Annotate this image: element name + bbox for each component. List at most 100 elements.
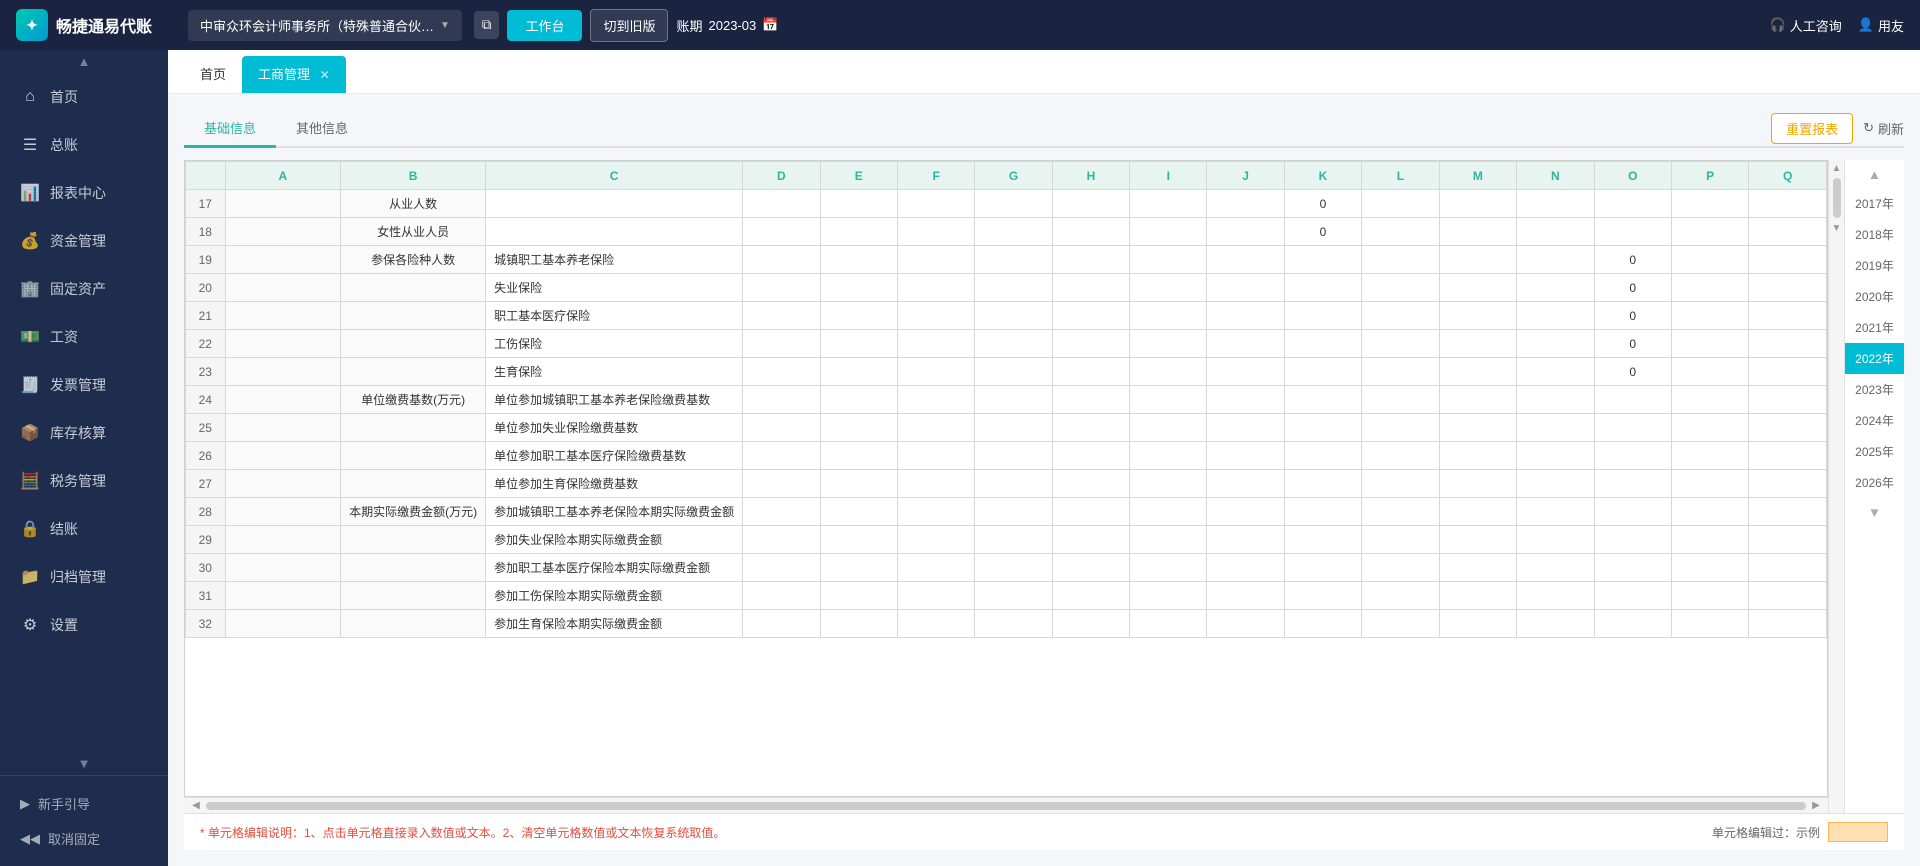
row-22-f[interactable] [897,330,974,358]
row-30-m[interactable] [1439,554,1517,582]
calendar-icon[interactable]: 📅 [762,17,778,33]
row-18-d[interactable] [743,218,820,246]
row-27-f[interactable] [897,470,974,498]
row-22-e[interactable] [820,330,897,358]
row-24-j[interactable] [1207,386,1284,414]
scroll-left-arrow[interactable]: ◀ [188,798,204,814]
row-25-m[interactable] [1439,414,1517,442]
row-30-b[interactable] [341,554,486,582]
row-18-j[interactable] [1207,218,1284,246]
row-22-q[interactable] [1749,330,1827,358]
row-19-q[interactable] [1749,246,1827,274]
scroll-down-arrow[interactable]: ▼ [1829,220,1845,236]
row-17-g[interactable] [975,190,1052,218]
row-20-e[interactable] [820,274,897,302]
row-19-i[interactable] [1130,246,1207,274]
row-22-n[interactable] [1517,330,1594,358]
row-20-m[interactable] [1439,274,1517,302]
sidebar-item-ledger[interactable]: ☰ 总账 [0,121,168,169]
row-19-m[interactable] [1439,246,1517,274]
row-17-p[interactable] [1671,190,1748,218]
row-32-i[interactable] [1130,610,1207,638]
year-item-2026[interactable]: 2026年 [1845,467,1904,498]
row-18-l[interactable] [1362,218,1439,246]
row-18-c[interactable] [486,218,743,246]
row-17-c[interactable] [486,190,743,218]
scroll-up-arrow[interactable]: ▲ [1829,160,1845,176]
year-item-2020[interactable]: 2020年 [1845,281,1904,312]
year-item-2024[interactable]: 2024年 [1845,405,1904,436]
row-29-i[interactable] [1130,526,1207,554]
row-22-p[interactable] [1671,330,1748,358]
year-item-2025[interactable]: 2025年 [1845,436,1904,467]
row-31-q[interactable] [1749,582,1827,610]
row-29-n[interactable] [1517,526,1594,554]
row-30-q[interactable] [1749,554,1827,582]
row-20-d[interactable] [743,274,820,302]
row-28-i[interactable] [1130,498,1207,526]
row-24-o[interactable] [1594,386,1671,414]
sub-tab-basic[interactable]: 基础信息 [184,110,276,148]
workbench-button[interactable]: 工作台 [507,10,582,41]
user-menu[interactable]: 👤 用友 [1858,16,1904,35]
row-22-j[interactable] [1207,330,1284,358]
row-31-a[interactable] [225,582,341,610]
row-25-o[interactable] [1594,414,1671,442]
row-23-j[interactable] [1207,358,1284,386]
year-item-2021[interactable]: 2021年 [1845,312,1904,343]
sidebar-item-invoice[interactable]: 🧾 发票管理 [0,361,168,409]
row-28-e[interactable] [820,498,897,526]
row-20-i[interactable] [1130,274,1207,302]
row-18-g[interactable] [975,218,1052,246]
row-19-e[interactable] [820,246,897,274]
row-28-g[interactable] [975,498,1052,526]
row-24-h[interactable] [1052,386,1129,414]
row-30-n[interactable] [1517,554,1594,582]
row-21-l[interactable] [1362,302,1439,330]
row-27-m[interactable] [1439,470,1517,498]
scroll-thumb-horizontal[interactable] [206,802,1806,810]
row-31-g[interactable] [975,582,1052,610]
row-27-k[interactable] [1284,470,1361,498]
row-25-l[interactable] [1362,414,1439,442]
row-20-l[interactable] [1362,274,1439,302]
row-22-b[interactable] [341,330,486,358]
row-27-p[interactable] [1671,470,1748,498]
sidebar-item-unfix[interactable]: ◀◀ 取消固定 [20,821,148,856]
row-18-q[interactable] [1749,218,1827,246]
vertical-scrollbar[interactable]: ▲ ▼ [1828,160,1844,813]
row-18-i[interactable] [1130,218,1207,246]
row-24-n[interactable] [1517,386,1594,414]
row-19-a[interactable] [225,246,341,274]
ai-consult[interactable]: 🎧 人工咨询 [1770,16,1842,35]
row-32-h[interactable] [1052,610,1129,638]
row-25-f[interactable] [897,414,974,442]
tab-home[interactable]: 首页 [184,56,242,93]
row-24-f[interactable] [897,386,974,414]
row-20-a[interactable] [225,274,341,302]
row-17-o[interactable] [1594,190,1671,218]
row-31-n[interactable] [1517,582,1594,610]
row-32-f[interactable] [897,610,974,638]
row-21-e[interactable] [820,302,897,330]
row-26-g[interactable] [975,442,1052,470]
row-32-m[interactable] [1439,610,1517,638]
refresh-button[interactable]: ↻ 刷新 [1863,119,1904,138]
row-32-l[interactable] [1362,610,1439,638]
row-21-q[interactable] [1749,302,1827,330]
row-25-i[interactable] [1130,414,1207,442]
row-23-q[interactable] [1749,358,1827,386]
row-32-q[interactable] [1749,610,1827,638]
sidebar-item-tax[interactable]: 🧮 税务管理 [0,457,168,505]
row-23-k[interactable] [1284,358,1361,386]
row-21-n[interactable] [1517,302,1594,330]
row-30-p[interactable] [1671,554,1748,582]
row-23-o[interactable]: 0 [1594,358,1671,386]
row-32-j[interactable] [1207,610,1284,638]
row-26-o[interactable] [1594,442,1671,470]
row-17-d[interactable] [743,190,820,218]
row-18-e[interactable] [820,218,897,246]
row-27-h[interactable] [1052,470,1129,498]
row-28-d[interactable] [743,498,820,526]
sheet-scroll-area[interactable]: A B C D E F G H I J [185,161,1827,796]
